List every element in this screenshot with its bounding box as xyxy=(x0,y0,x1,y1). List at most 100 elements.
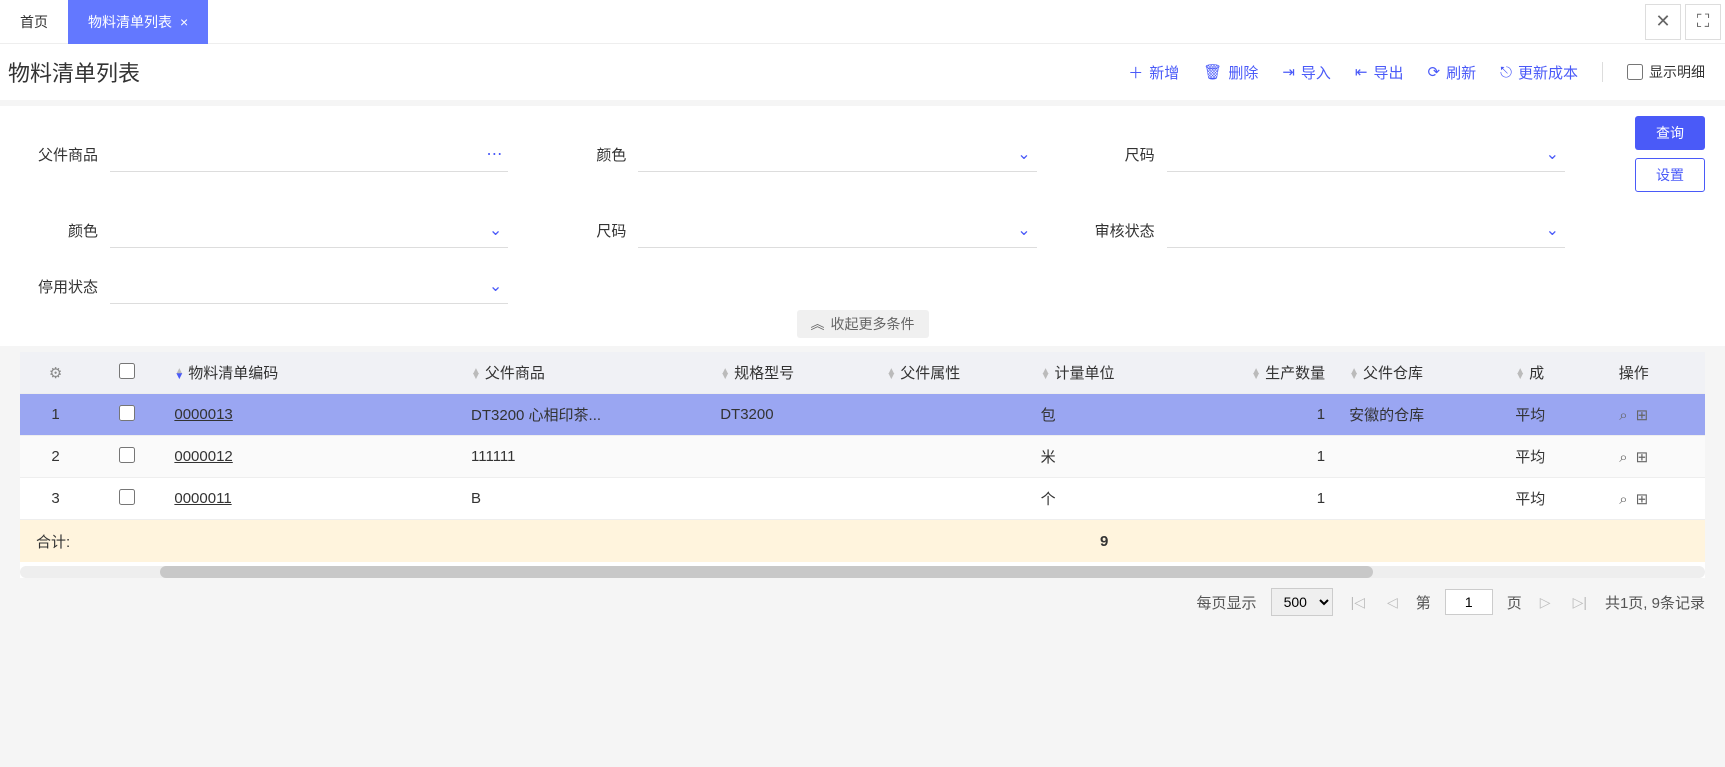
delete-button[interactable]: 🗑删除 xyxy=(1203,62,1258,83)
filter-audit-status: 审核状态 ⌄ xyxy=(1077,212,1565,248)
tab-bar: 首页 物料清单列表 × ✕ ⛶ xyxy=(0,0,1725,44)
code-link[interactable]: 0000012 xyxy=(174,448,232,465)
view-icon[interactable]: ⌕ xyxy=(1619,491,1627,508)
tab-bom-list[interactable]: 物料清单列表 × xyxy=(68,0,208,44)
tab-home[interactable]: 首页 xyxy=(0,0,68,44)
col-spec[interactable]: ▲▼规格型号 xyxy=(708,352,874,394)
col-unit[interactable]: ▲▼计量单位 xyxy=(1029,352,1183,394)
row-checkbox-cell[interactable] xyxy=(91,436,162,478)
prev-page-button[interactable]: ◁ xyxy=(1383,594,1402,611)
cell-qty: 1 xyxy=(1183,436,1337,478)
table-settings-button[interactable]: ⚙ xyxy=(20,352,91,394)
row-checkbox[interactable] xyxy=(119,405,135,421)
scrollbar-thumb[interactable] xyxy=(160,566,1373,578)
grid-icon[interactable]: ⊞ xyxy=(1636,407,1649,424)
row-checkbox[interactable] xyxy=(119,447,135,463)
col-more[interactable]: ▲▼成 xyxy=(1503,352,1562,394)
cell-unit: 米 xyxy=(1029,436,1183,478)
table-row[interactable]: 20000012111111米1平均⌕⊞ xyxy=(20,436,1705,478)
audit-status-select[interactable]: ⌄ xyxy=(1167,212,1565,248)
code-link[interactable]: 0000013 xyxy=(174,406,232,423)
sort-icon[interactable]: ▲▼ xyxy=(720,369,730,379)
chevron-down-icon[interactable]: ⌄ xyxy=(1546,220,1559,240)
query-button[interactable]: 查询 xyxy=(1635,116,1705,150)
sort-icon[interactable]: ▲▼ xyxy=(1515,369,1525,379)
sort-icon[interactable]: ▲▼ xyxy=(1041,369,1051,379)
add-button[interactable]: ＋新增 xyxy=(1128,62,1179,83)
select-all-header[interactable] xyxy=(91,352,162,394)
view-icon[interactable]: ⌕ xyxy=(1619,407,1627,424)
cell-ops: ⌕⊞ xyxy=(1563,478,1705,520)
refresh-icon: ⟳ xyxy=(1428,63,1441,81)
stop-status-select[interactable]: ⌄ xyxy=(110,268,508,304)
sort-icon[interactable]: ▲▼ xyxy=(1349,369,1359,379)
sort-icon[interactable]: ▲▼ xyxy=(1251,369,1261,379)
chevron-down-icon[interactable]: ⌄ xyxy=(489,220,502,240)
per-page-select[interactable]: 500 xyxy=(1271,588,1333,616)
cell-attr xyxy=(874,394,1028,436)
chevron-down-icon[interactable]: ⌄ xyxy=(1017,144,1030,164)
cell-more: 平均 xyxy=(1503,436,1562,478)
pagination: 每页显示 500 |◁ ◁ 第 页 ▷ ▷| 共1页, 9条记录 xyxy=(0,578,1725,626)
close-icon[interactable]: × xyxy=(180,14,188,30)
sort-icon[interactable]: ▲▼ xyxy=(174,369,184,379)
grid-icon[interactable]: ⊞ xyxy=(1636,449,1649,466)
row-checkbox-cell[interactable] xyxy=(91,478,162,520)
page-suffix: 页 xyxy=(1507,592,1522,613)
code-link[interactable]: 0000011 xyxy=(174,490,231,507)
cell-parent: DT3200 心相印茶... xyxy=(459,394,708,436)
row-checkbox-cell[interactable] xyxy=(91,394,162,436)
cell-more: 平均 xyxy=(1503,394,1562,436)
page-title: 物料清单列表 xyxy=(8,56,1128,88)
chevron-down-icon[interactable]: ⌄ xyxy=(1017,220,1030,240)
last-page-button[interactable]: ▷| xyxy=(1569,594,1591,611)
sort-icon[interactable]: ▲▼ xyxy=(886,369,896,379)
grid-icon[interactable]: ⊞ xyxy=(1636,491,1649,508)
parent-product-input[interactable]: ⋯ xyxy=(110,136,508,172)
refresh-button[interactable]: ⟳刷新 xyxy=(1428,62,1477,83)
color-select[interactable]: ⌄ xyxy=(638,136,1036,172)
fullscreen-button[interactable]: ⛶ xyxy=(1685,4,1721,40)
col-ops: 操作 xyxy=(1563,352,1705,394)
import-button[interactable]: ⇥导入 xyxy=(1282,62,1331,83)
cell-unit: 包 xyxy=(1029,394,1183,436)
filter-color-2: 颜色 ⌄ xyxy=(20,212,508,248)
page-input[interactable] xyxy=(1445,589,1493,615)
total-row: 合计: 9 xyxy=(20,520,1705,562)
col-parent[interactable]: ▲▼父件商品 xyxy=(459,352,708,394)
update-cost-button[interactable]: ⎋更新成本 xyxy=(1500,62,1578,83)
col-qty[interactable]: ▲▼生产数量 xyxy=(1183,352,1337,394)
row-checkbox[interactable] xyxy=(119,489,135,505)
filter-size: 尺码 ⌄ xyxy=(1077,136,1565,172)
filter-stop-status: 停用状态 ⌄ xyxy=(20,268,508,304)
show-detail-checkbox[interactable] xyxy=(1627,64,1643,80)
horizontal-scrollbar[interactable] xyxy=(20,566,1705,578)
row-index: 1 xyxy=(20,394,91,436)
sort-icon[interactable]: ▲▼ xyxy=(471,369,481,379)
select-all-checkbox[interactable] xyxy=(119,363,135,379)
show-detail-toggle[interactable]: 显示明细 xyxy=(1627,62,1705,82)
cell-code: 0000013 xyxy=(162,394,459,436)
first-page-button[interactable]: |◁ xyxy=(1347,594,1369,611)
table-row[interactable]: 10000013DT3200 心相印茶...DT3200包1安徽的仓库平均⌕⊞ xyxy=(20,394,1705,436)
export-button[interactable]: ⇤导出 xyxy=(1355,62,1404,83)
collapse-filters-button[interactable]: ︽ 收起更多条件 xyxy=(797,310,929,338)
col-code[interactable]: ▲▼物料清单编码 xyxy=(162,352,459,394)
col-warehouse[interactable]: ▲▼父件仓库 xyxy=(1337,352,1503,394)
close-all-tabs-button[interactable]: ✕ xyxy=(1645,4,1681,40)
tab-bar-right: ✕ ⛶ xyxy=(1645,0,1725,44)
table-row[interactable]: 30000011B个1平均⌕⊞ xyxy=(20,478,1705,520)
cell-attr xyxy=(874,478,1028,520)
more-icon[interactable]: ⋯ xyxy=(486,144,502,164)
chevron-down-icon[interactable]: ⌄ xyxy=(1546,144,1559,164)
view-icon[interactable]: ⌕ xyxy=(1619,449,1627,466)
size2-select[interactable]: ⌄ xyxy=(638,212,1036,248)
settings-button[interactable]: 设置 xyxy=(1635,158,1705,192)
color2-select[interactable]: ⌄ xyxy=(110,212,508,248)
col-attr[interactable]: ▲▼父件属性 xyxy=(874,352,1028,394)
next-page-button[interactable]: ▷ xyxy=(1536,594,1555,611)
filter-color: 颜色 ⌄ xyxy=(548,136,1036,172)
cell-more: 平均 xyxy=(1503,478,1562,520)
size-select[interactable]: ⌄ xyxy=(1167,136,1565,172)
chevron-down-icon[interactable]: ⌄ xyxy=(489,276,502,296)
